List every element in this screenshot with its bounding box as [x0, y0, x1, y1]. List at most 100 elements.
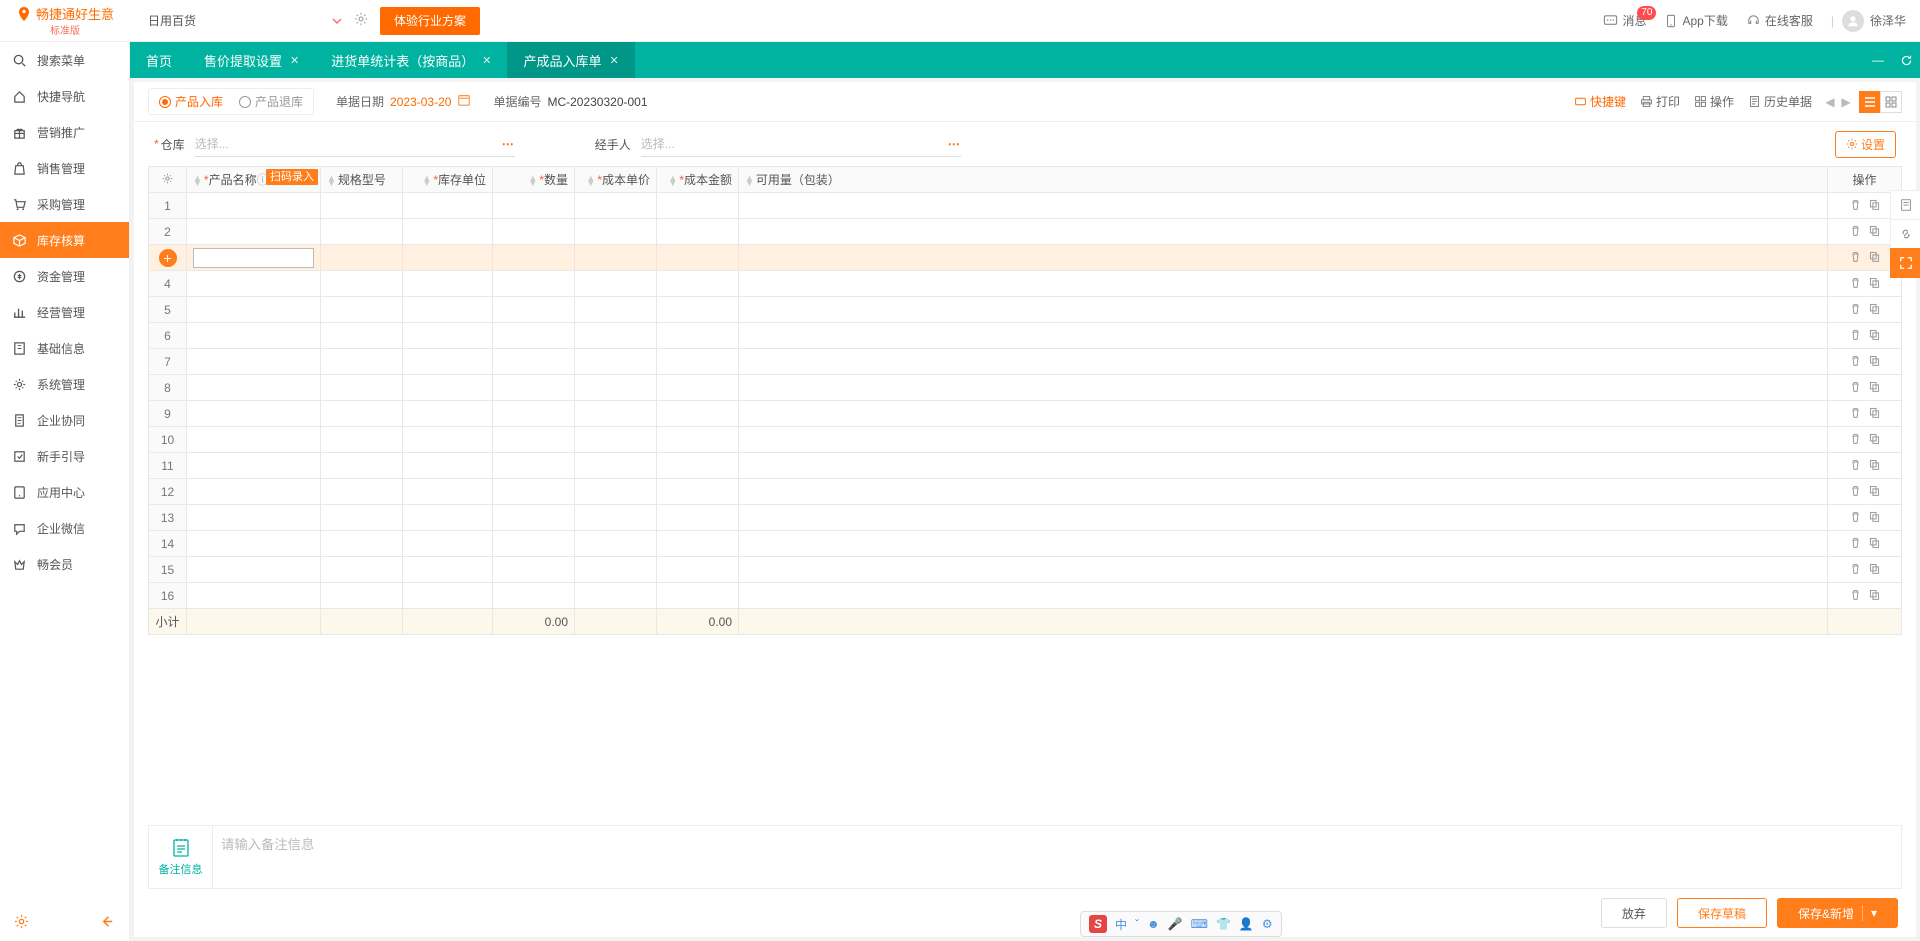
col-qty[interactable]: ▲▼*数量 [493, 167, 575, 193]
sidebar-item-gear[interactable]: 系统管理 [0, 366, 129, 402]
table-row[interactable]: 10 [149, 427, 1902, 453]
warehouse-select[interactable]: 选择... ⋯ [195, 131, 515, 157]
col-price[interactable]: ▲▼*成本单价 [575, 167, 657, 193]
save-new-button[interactable]: 保存&新增▾ [1777, 898, 1898, 928]
sidebar-item-cart[interactable]: 采购管理 [0, 186, 129, 222]
tab-close-icon[interactable]: ✕ [482, 54, 491, 67]
calendar-icon[interactable] [457, 93, 471, 110]
scan-input-tag[interactable]: 扫码录入 [266, 169, 318, 185]
column-settings-button[interactable]: 设置 [1835, 131, 1896, 158]
sidebar-item-bag[interactable]: 销售管理 [0, 150, 129, 186]
next-doc[interactable]: ▶ [1838, 95, 1854, 109]
row-delete-icon[interactable] [1849, 486, 1862, 500]
table-row[interactable]: 13 [149, 505, 1902, 531]
industry-cta-button[interactable]: 体验行业方案 [380, 7, 480, 35]
more-icon[interactable]: ⋯ [948, 137, 961, 151]
sidebar-item-search[interactable]: 搜索菜单 [0, 42, 129, 78]
tabs-minimize[interactable]: — [1864, 42, 1892, 78]
prev-doc[interactable]: ◀ [1822, 95, 1838, 109]
tab[interactable]: 进货单统计表（按商品）✕ [315, 42, 507, 78]
row-delete-icon[interactable] [1849, 590, 1862, 604]
more-icon[interactable]: ⋯ [502, 137, 515, 151]
row-copy-icon[interactable] [1868, 356, 1881, 370]
row-delete-icon[interactable] [1849, 278, 1862, 292]
sidebar-item-home[interactable]: 快捷导航 [0, 78, 129, 114]
view-list[interactable] [1859, 91, 1881, 113]
handler-select[interactable]: 选择... ⋯ [641, 131, 961, 157]
row-copy-icon[interactable] [1868, 330, 1881, 344]
sidebar-item-gift[interactable]: 营销推广 [0, 114, 129, 150]
row-copy-icon[interactable] [1868, 226, 1881, 240]
row-copy-icon[interactable] [1868, 382, 1881, 396]
rail-note-icon[interactable] [1890, 190, 1920, 220]
col-product-name[interactable]: ▲▼*产品名称ⓘ扫码录入 [187, 167, 321, 193]
table-row[interactable]: 1 [149, 193, 1902, 219]
row-delete-icon[interactable] [1849, 252, 1862, 266]
sidebar-item-doc[interactable]: 企业协同 [0, 402, 129, 438]
rail-expand-icon[interactable] [1890, 248, 1920, 278]
row-delete-icon[interactable] [1849, 408, 1862, 422]
row-copy-icon[interactable] [1868, 512, 1881, 526]
sidebar-item-app[interactable]: 应用中心 [0, 474, 129, 510]
sidebar-settings-icon[interactable] [14, 914, 29, 932]
tabs-refresh[interactable] [1892, 42, 1920, 78]
table-row[interactable]: 6 [149, 323, 1902, 349]
remark-input[interactable] [213, 826, 1901, 888]
row-delete-icon[interactable] [1849, 226, 1862, 240]
row-copy-icon[interactable] [1868, 564, 1881, 578]
row-copy-icon[interactable] [1868, 460, 1881, 474]
support-button[interactable]: 在线客服 [1746, 12, 1813, 29]
hotkey-button[interactable]: 快捷键 [1574, 93, 1626, 110]
message-button[interactable]: 消息 70 [1603, 12, 1646, 29]
row-delete-icon[interactable] [1849, 356, 1862, 370]
sidebar-item-coin[interactable]: 资金管理 [0, 258, 129, 294]
app-download-button[interactable]: App下载 [1664, 12, 1727, 29]
row-copy-icon[interactable] [1868, 252, 1881, 266]
sidebar-item-vip[interactable]: 畅会员 [0, 546, 129, 582]
radio-product-out[interactable]: 产品退库 [231, 91, 311, 112]
sidebar-collapse-icon[interactable] [100, 914, 115, 932]
row-delete-icon[interactable] [1849, 538, 1862, 552]
sidebar-item-guide[interactable]: 新手引导 [0, 438, 129, 474]
tab-close-icon[interactable]: ✕ [290, 54, 299, 67]
sidebar-item-chat[interactable]: 企业微信 [0, 510, 129, 546]
row-delete-icon[interactable] [1849, 304, 1862, 318]
table-row[interactable]: 12 [149, 479, 1902, 505]
row-delete-icon[interactable] [1849, 200, 1862, 214]
radio-product-in[interactable]: 产品入库 [151, 91, 231, 112]
sidebar-item-box[interactable]: 库存核算 [0, 222, 129, 258]
tab-close-icon[interactable]: ✕ [610, 54, 619, 67]
table-row[interactable]: 15 [149, 557, 1902, 583]
doc-date-value[interactable]: 2023-03-20 [390, 95, 451, 109]
table-row[interactable]: 9 [149, 401, 1902, 427]
row-delete-icon[interactable] [1849, 434, 1862, 448]
product-name-input[interactable] [193, 248, 314, 268]
row-copy-icon[interactable] [1868, 590, 1881, 604]
col-avail[interactable]: ▲▼可用量（包装） [739, 167, 1828, 193]
user-menu[interactable]: | 徐泽华 [1831, 10, 1906, 32]
row-delete-icon[interactable] [1849, 382, 1862, 396]
table-row[interactable]: 14 [149, 531, 1902, 557]
row-delete-icon[interactable] [1849, 564, 1862, 578]
table-row[interactable]: 2 [149, 219, 1902, 245]
row-delete-icon[interactable] [1849, 512, 1862, 526]
table-row[interactable]: 8 [149, 375, 1902, 401]
row-copy-icon[interactable] [1868, 278, 1881, 292]
category-settings-icon[interactable] [354, 12, 368, 29]
column-gear[interactable] [149, 167, 187, 193]
row-copy-icon[interactable] [1868, 486, 1881, 500]
sidebar-item-chart[interactable]: 经营管理 [0, 294, 129, 330]
rail-link-icon[interactable] [1890, 219, 1920, 249]
row-copy-icon[interactable] [1868, 408, 1881, 422]
add-row-button[interactable]: + [159, 249, 177, 267]
history-button[interactable]: 历史单据 [1748, 93, 1812, 110]
table-row[interactable]: + [149, 245, 1902, 271]
row-delete-icon[interactable] [1849, 330, 1862, 344]
row-copy-icon[interactable] [1868, 200, 1881, 214]
table-row[interactable]: 16 [149, 583, 1902, 609]
table-row[interactable]: 7 [149, 349, 1902, 375]
save-draft-button[interactable]: 保存草稿 [1677, 898, 1767, 928]
col-spec[interactable]: ▲▼规格型号 [321, 167, 403, 193]
table-row[interactable]: 5 [149, 297, 1902, 323]
tab[interactable]: 产成品入库单✕ [507, 42, 634, 78]
